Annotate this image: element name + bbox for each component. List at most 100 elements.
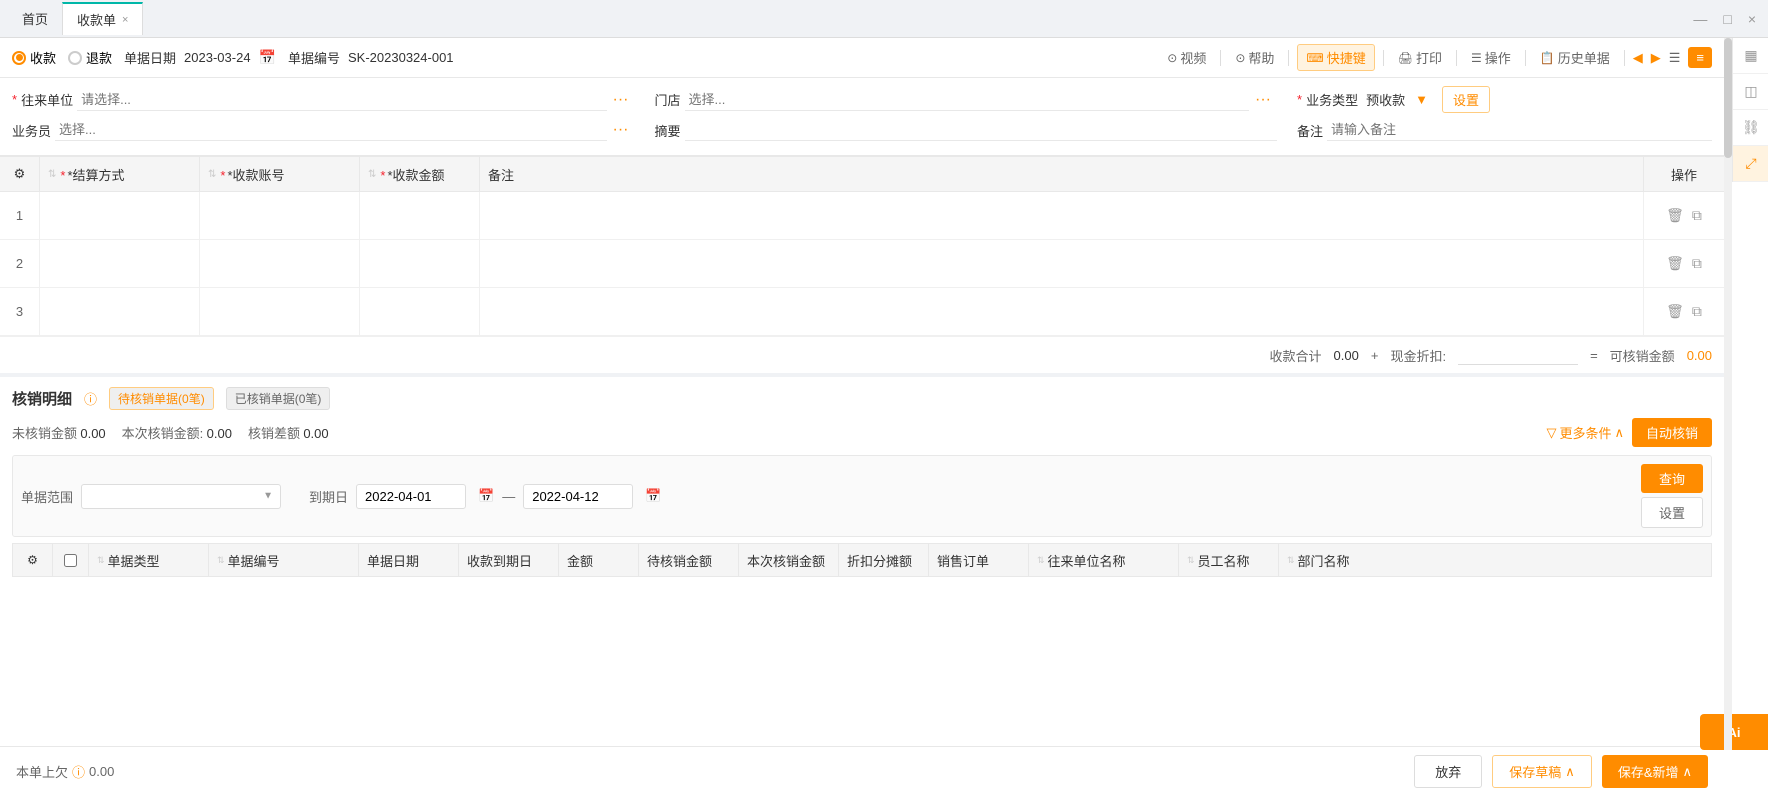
tab-home[interactable]: 首页 bbox=[8, 3, 62, 34]
help-button[interactable]: ⊙ 帮助 bbox=[1229, 45, 1280, 70]
row2-account[interactable] bbox=[200, 240, 360, 287]
no-label: 单据编号 bbox=[288, 48, 340, 67]
sort-no[interactable]: ⇅ bbox=[217, 555, 225, 566]
calendar-icon[interactable]: 📅 bbox=[259, 49, 276, 66]
due-to-calendar-icon[interactable]: 📅 bbox=[645, 488, 661, 504]
nav-next[interactable]: ▶ bbox=[1651, 50, 1661, 66]
row2-account-input[interactable] bbox=[208, 256, 351, 271]
sort-dept[interactable]: ⇅ bbox=[1287, 555, 1295, 566]
row1-remark[interactable] bbox=[480, 192, 1644, 239]
row3-amount[interactable] bbox=[360, 288, 480, 335]
sort-partner[interactable]: ⇅ bbox=[1037, 555, 1045, 566]
scope-select[interactable] bbox=[81, 484, 281, 509]
biz-type-label-required: * bbox=[1297, 92, 1302, 107]
auto-hexiao-button[interactable]: 自动核销 bbox=[1632, 418, 1712, 447]
close-button[interactable]: × bbox=[1744, 9, 1760, 29]
row3-delete-icon[interactable]: 🗑 bbox=[1666, 303, 1684, 320]
row1-amount[interactable] bbox=[360, 192, 480, 239]
row2-remark[interactable] bbox=[480, 240, 1644, 287]
print-button[interactable]: 🖨 打印 bbox=[1392, 45, 1448, 70]
due-from-input[interactable] bbox=[356, 484, 466, 509]
sort-staff[interactable]: ⇅ bbox=[1187, 555, 1195, 566]
row1-settle-input[interactable] bbox=[48, 208, 191, 223]
due-to-input[interactable] bbox=[523, 484, 633, 509]
operation-button[interactable]: ☰ 操作 bbox=[1465, 45, 1517, 70]
video-button[interactable]: ⊙ 视频 bbox=[1161, 45, 1212, 70]
settings-button[interactable]: 设置 bbox=[1442, 86, 1490, 113]
summary-input[interactable] bbox=[685, 119, 1277, 141]
tab-close-icon[interactable]: × bbox=[122, 14, 128, 26]
row3-amount-input[interactable] bbox=[368, 304, 471, 319]
row2-settle-input[interactable] bbox=[48, 256, 191, 271]
setting-button[interactable]: 设置 bbox=[1641, 497, 1703, 528]
row3-account[interactable] bbox=[200, 288, 360, 335]
row3-account-input[interactable] bbox=[208, 304, 351, 319]
info-icon[interactable]: ⓘ bbox=[72, 762, 85, 781]
note-input[interactable] bbox=[1327, 119, 1712, 141]
shortcut-button[interactable]: ⌨ 快捷键 bbox=[1297, 44, 1374, 71]
row2-copy-icon[interactable]: ⧉ bbox=[1692, 255, 1702, 272]
row1-amount-input[interactable] bbox=[368, 208, 471, 223]
staff-input[interactable] bbox=[55, 119, 607, 141]
abandon-button[interactable]: 放弃 bbox=[1414, 755, 1482, 788]
list-view-icon[interactable]: ☰ bbox=[1669, 50, 1681, 66]
row3-settle-input[interactable] bbox=[48, 304, 191, 319]
sidebar-expand-icon[interactable]: ⤢ bbox=[1733, 146, 1768, 182]
done-tag-button[interactable]: 已核销单据(0笔) bbox=[226, 387, 331, 410]
row2-remark-input[interactable] bbox=[488, 256, 1635, 271]
partner-more-icon[interactable]: ··· bbox=[607, 91, 635, 109]
more-conditions-button[interactable]: ▽ 更多条件 ∧ bbox=[1546, 423, 1624, 442]
row1-delete-icon[interactable]: 🗑 bbox=[1666, 207, 1684, 224]
minimize-button[interactable]: — bbox=[1689, 9, 1711, 29]
sidebar-link-icon[interactable]: ⛓ bbox=[1733, 110, 1768, 146]
shop-more-icon[interactable]: ··· bbox=[1249, 91, 1277, 109]
save-new-dropdown-icon[interactable]: ∧ bbox=[1682, 764, 1692, 780]
nav-prev[interactable]: ◀ bbox=[1633, 50, 1643, 66]
row1-settle[interactable] bbox=[40, 192, 200, 239]
view-toggle[interactable]: ≡ bbox=[1688, 47, 1712, 68]
available-value: 0.00 bbox=[1687, 348, 1712, 363]
select-all-checkbox[interactable] bbox=[64, 554, 77, 567]
maximize-button[interactable]: □ bbox=[1719, 9, 1735, 29]
sidebar-image-icon[interactable]: ◫ bbox=[1733, 74, 1768, 110]
row3-remark[interactable] bbox=[480, 288, 1644, 335]
row2-settle[interactable] bbox=[40, 240, 200, 287]
due-from-calendar-icon[interactable]: 📅 bbox=[478, 488, 494, 504]
row3-remark-input[interactable] bbox=[488, 304, 1635, 319]
sort-icon-account[interactable]: ⇅ bbox=[208, 169, 216, 180]
hexiao-info-icon[interactable]: ⓘ bbox=[84, 389, 97, 408]
row2-delete-icon[interactable]: 🗑 bbox=[1666, 255, 1684, 272]
staff-more-icon[interactable]: ··· bbox=[607, 121, 635, 139]
sort-icon-amount[interactable]: ⇅ bbox=[368, 169, 376, 180]
th-gear[interactable]: ⚙ bbox=[0, 157, 40, 191]
row2-amount[interactable] bbox=[360, 240, 480, 287]
row2-amount-input[interactable] bbox=[368, 256, 471, 271]
row3-copy-icon[interactable]: ⧉ bbox=[1692, 303, 1702, 320]
bth-checkbox[interactable] bbox=[53, 544, 89, 576]
scrollbar[interactable] bbox=[1724, 38, 1732, 750]
row1-copy-icon[interactable]: ⧉ bbox=[1692, 207, 1702, 224]
sort-type[interactable]: ⇅ bbox=[97, 555, 105, 566]
shop-input[interactable] bbox=[685, 89, 1250, 111]
radio-receive[interactable]: 收款 bbox=[12, 48, 56, 67]
sidebar-table-icon[interactable]: ▦ bbox=[1733, 38, 1768, 74]
bth-gear[interactable]: ⚙ bbox=[13, 544, 53, 576]
query-button[interactable]: 查询 bbox=[1641, 464, 1703, 493]
row1-account[interactable] bbox=[200, 192, 360, 239]
sort-icon-settle[interactable]: ⇅ bbox=[48, 169, 56, 180]
pending-tag-button[interactable]: 待核销单据(0笔) bbox=[109, 387, 214, 410]
radio-refund[interactable]: 退款 bbox=[68, 48, 112, 67]
save-new-button[interactable]: 保存&新增 ∧ bbox=[1602, 755, 1708, 788]
row1-remark-input[interactable] bbox=[488, 208, 1635, 223]
draft-dropdown-icon[interactable]: ∧ bbox=[1565, 764, 1575, 780]
tab-active[interactable]: 收款单 × bbox=[62, 2, 143, 35]
ai-float-button[interactable]: Ai bbox=[1700, 714, 1768, 750]
draft-button[interactable]: 保存草稿 ∧ bbox=[1492, 755, 1592, 788]
partner-input[interactable] bbox=[77, 89, 606, 111]
row1-account-input[interactable] bbox=[208, 208, 351, 223]
history-button[interactable]: 📋 历史单据 bbox=[1534, 45, 1616, 70]
row3-settle[interactable] bbox=[40, 288, 200, 335]
scroll-thumb[interactable] bbox=[1724, 38, 1732, 158]
discount-input[interactable] bbox=[1458, 345, 1578, 365]
biz-type-dropdown-icon[interactable]: ▼ bbox=[1409, 92, 1434, 107]
